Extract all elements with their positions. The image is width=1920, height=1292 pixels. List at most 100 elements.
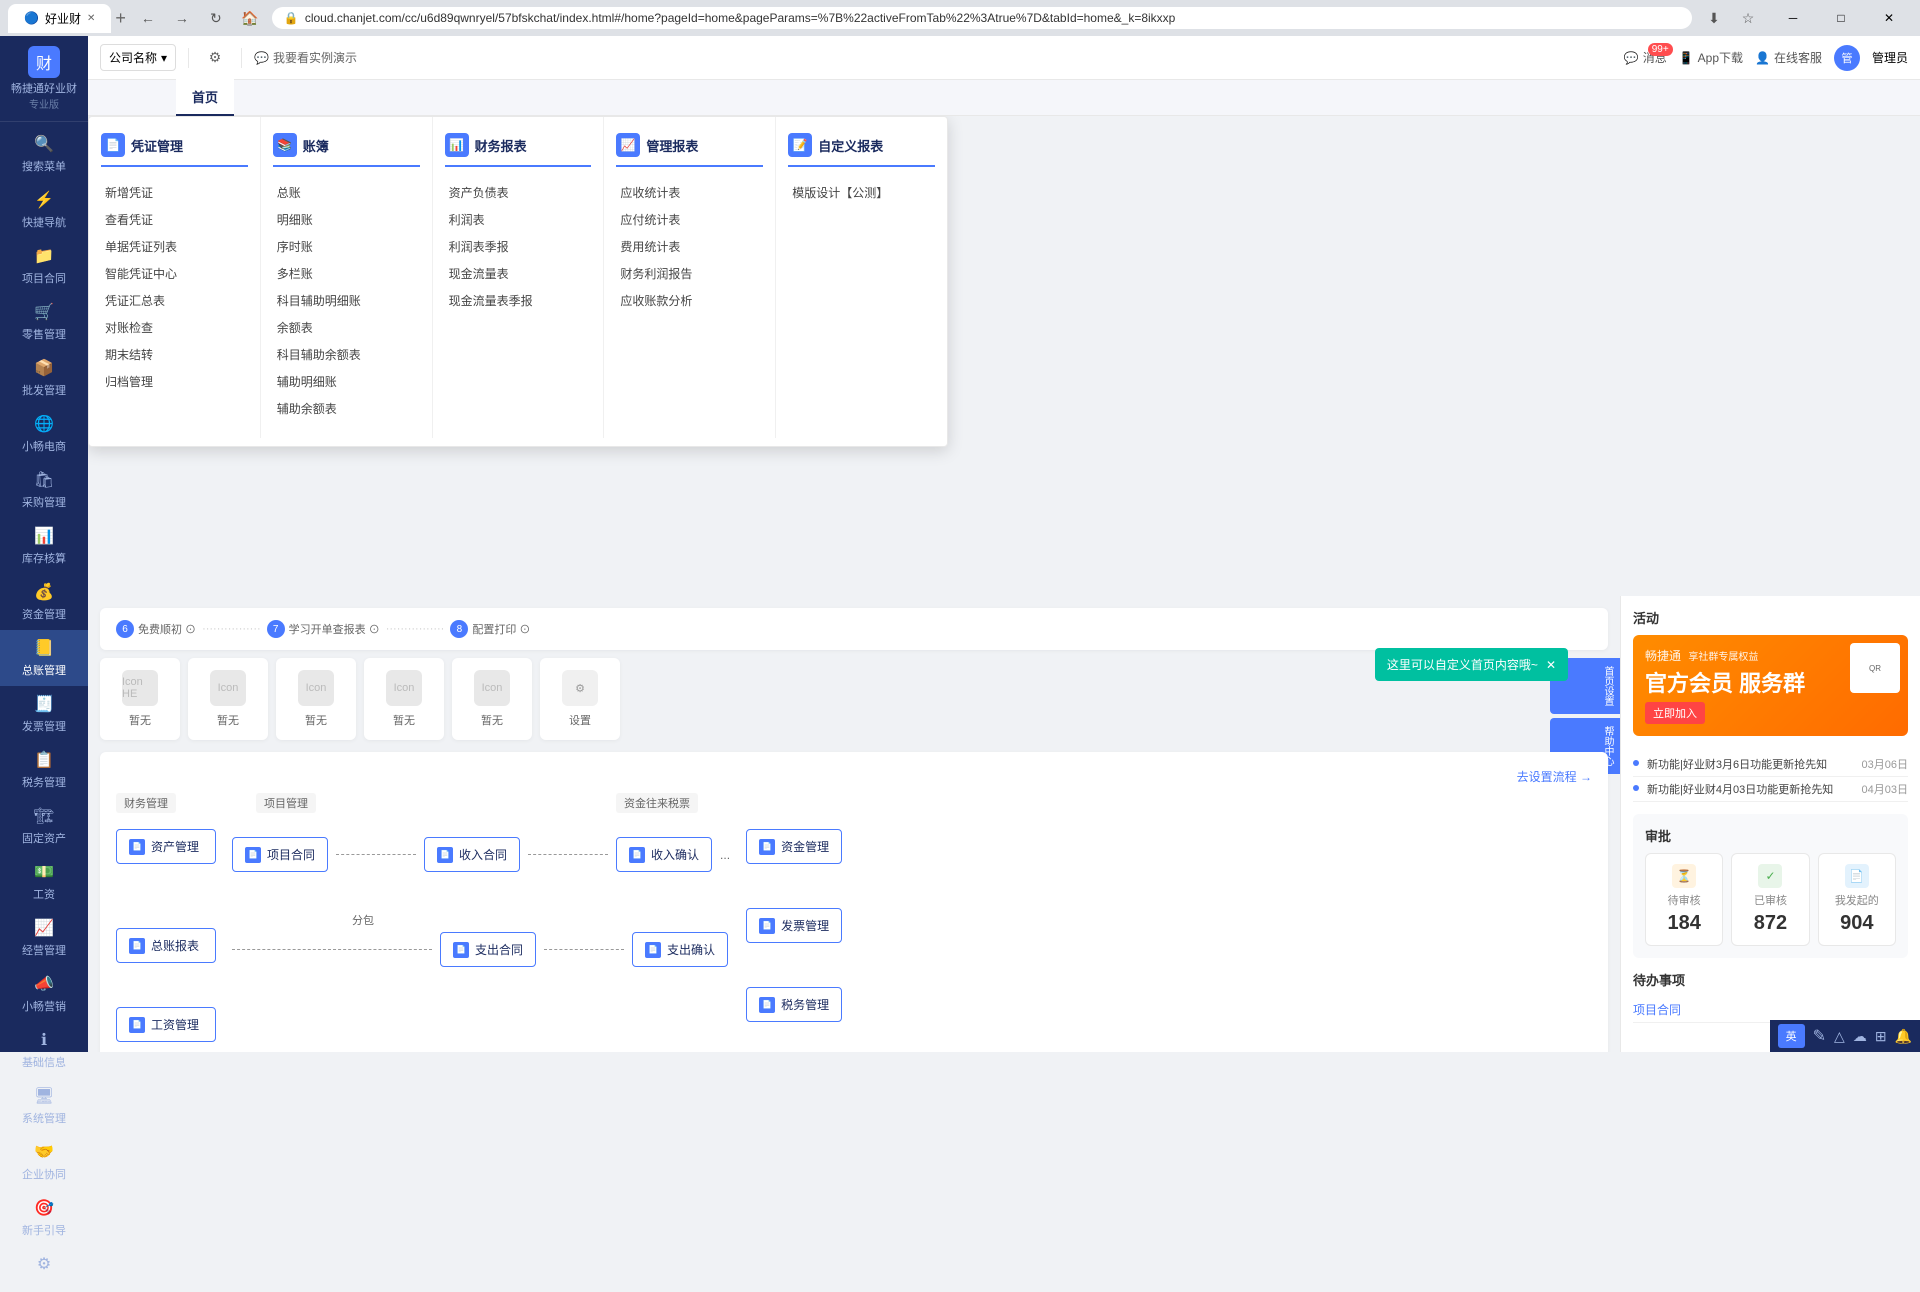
sidebar-item-assets[interactable]: 🏗 固定资产: [0, 798, 88, 854]
ledger-item-5[interactable]: 余额表: [273, 314, 420, 341]
notification-button[interactable]: 💬 消息 99+: [1624, 49, 1667, 66]
voucher-item-4[interactable]: 凭证汇总表: [101, 287, 248, 314]
sidebar-item-newuser[interactable]: 🎯 新手引导: [0, 1190, 88, 1246]
demo-button[interactable]: 💬 我要看实例演示: [254, 49, 357, 66]
voucher-item-7[interactable]: 归档管理: [101, 368, 248, 395]
customreport-item-0[interactable]: 模版设计【公测】: [788, 179, 935, 206]
finreport-item-2[interactable]: 利润表季报: [445, 233, 592, 260]
flow-box-salary-mgmt[interactable]: 📄 工资管理: [116, 1007, 216, 1042]
voucher-item-6[interactable]: 期末结转: [101, 341, 248, 368]
app-download-link[interactable]: 📱 App下载: [1679, 49, 1743, 66]
flow-box-total-report[interactable]: 📄 总账报表: [116, 928, 216, 963]
flow-box-expense-confirm[interactable]: 📄 支出确认: [632, 932, 728, 967]
minimize-button[interactable]: ─: [1770, 3, 1816, 33]
browser-tab-active[interactable]: 🔵 好业财 ✕: [8, 4, 111, 33]
flow-box-asset-mgmt[interactable]: 📄 资产管理: [116, 829, 216, 864]
sidebar-item-gear[interactable]: ⚙: [33, 1246, 55, 1284]
ledger-item-7[interactable]: 辅助明细账: [273, 368, 420, 395]
ledger-item-2[interactable]: 序时账: [273, 233, 420, 260]
sidebar-item-finance[interactable]: 💰 资金管理: [0, 574, 88, 630]
sidebar-item-wholesale[interactable]: 📦 批发管理: [0, 350, 88, 406]
mgmtreport-item-1[interactable]: 应付统计表: [616, 206, 763, 233]
sidebar-item-project[interactable]: 📁 项目合同: [0, 238, 88, 294]
sidebar-item-marketing[interactable]: 📣 小畅营销: [0, 966, 88, 1022]
icon-card-2[interactable]: Icon 暂无: [188, 658, 268, 740]
address-bar[interactable]: 🔒 cloud.chanjet.com/cc/u6d89qwnryel/57bf…: [272, 7, 1692, 29]
edit-icon[interactable]: ✎: [1813, 1026, 1826, 1046]
ledger-item-6[interactable]: 科目辅助余额表: [273, 341, 420, 368]
join-banner-btn[interactable]: 立即加入: [1645, 702, 1705, 724]
finreport-item-4[interactable]: 现金流量表季报: [445, 287, 592, 314]
voucher-item-0[interactable]: 新增凭证: [101, 179, 248, 206]
company-selector[interactable]: 公司名称 ▾: [100, 44, 176, 71]
download-icon[interactable]: ⬇: [1700, 4, 1728, 32]
forward-button[interactable]: →: [168, 4, 196, 32]
triangle-icon[interactable]: △: [1834, 1028, 1845, 1045]
refresh-button[interactable]: ↻: [202, 4, 230, 32]
flow-box-income-confirm[interactable]: 📄 收入确认: [616, 837, 712, 872]
sidebar-item-retail[interactable]: 🛒 零售管理: [0, 294, 88, 350]
icon-card-5[interactable]: Icon 暂无: [452, 658, 532, 740]
bell-icon[interactable]: 🔔: [1895, 1028, 1912, 1045]
sidebar-item-basic[interactable]: ℹ 基础信息: [0, 1022, 88, 1078]
home-button[interactable]: 🏠: [236, 4, 264, 32]
lang-switch-btn[interactable]: 英: [1778, 1024, 1805, 1048]
flow-box-income-contract[interactable]: 📄 收入合同: [424, 837, 520, 872]
sidebar-item-search[interactable]: 🔍 搜索菜单: [0, 126, 88, 182]
icon-card-3[interactable]: Icon 暂无: [276, 658, 356, 740]
voucher-item-5[interactable]: 对账检查: [101, 314, 248, 341]
flow-box-invoice-mgmt[interactable]: 📄 发票管理: [746, 908, 842, 943]
sidebar-item-quicknav[interactable]: ⚡ 快捷导航: [0, 182, 88, 238]
mgmtreport-item-4[interactable]: 应收账款分析: [616, 287, 763, 314]
news-text-1[interactable]: 新功能|好业财4月03日功能更新抢先知: [1647, 781, 1854, 797]
tab-home[interactable]: 首页: [176, 79, 234, 116]
activity-banner[interactable]: 畅捷通 享社群专属权益 官方会员 服务群 立即加入 QR: [1633, 635, 1908, 736]
icon-card-settings[interactable]: ⚙ 设置: [540, 658, 620, 740]
sidebar-item-ecommerce[interactable]: 🌐 小畅电商: [0, 406, 88, 462]
sidebar-item-inventory[interactable]: 📊 库存核算: [0, 518, 88, 574]
customize-close-btn[interactable]: ✕: [1546, 658, 1556, 672]
back-button[interactable]: ←: [134, 4, 162, 32]
approval-card-approved[interactable]: ✓ 已审核 872: [1731, 853, 1809, 946]
setup-flow-link[interactable]: 去设置流程 →: [1517, 768, 1592, 785]
mgmtreport-item-2[interactable]: 费用统计表: [616, 233, 763, 260]
new-tab-button[interactable]: +: [115, 8, 126, 29]
approval-card-sent[interactable]: 📄 我发起的 904: [1818, 853, 1896, 946]
icon-card-1[interactable]: Icon HE 暂无: [100, 658, 180, 740]
settings-btn[interactable]: ⚙: [201, 44, 229, 72]
ledger-item-8[interactable]: 辅助余额表: [273, 395, 420, 422]
sidebar-item-accounting[interactable]: 📒 总账管理: [0, 630, 88, 686]
sidebar-item-tax[interactable]: 📋 税务管理: [0, 742, 88, 798]
flow-box-expense-contract[interactable]: 📄 支出合同: [440, 932, 536, 967]
close-button[interactable]: ✕: [1866, 3, 1912, 33]
cloud-icon[interactable]: ☁: [1853, 1028, 1867, 1045]
avatar[interactable]: 管: [1834, 45, 1860, 71]
sidebar-item-purchase[interactable]: 🛍 采购管理: [0, 462, 88, 518]
voucher-item-3[interactable]: 智能凭证中心: [101, 260, 248, 287]
finreport-item-0[interactable]: 资产负债表: [445, 179, 592, 206]
icon-card-4[interactable]: Icon 暂无: [364, 658, 444, 740]
grid-icon[interactable]: ⊞: [1875, 1028, 1887, 1045]
flow-box-project-contract[interactable]: 📄 项目合同: [232, 837, 328, 872]
finreport-item-1[interactable]: 利润表: [445, 206, 592, 233]
voucher-item-2[interactable]: 单据凭证列表: [101, 233, 248, 260]
ledger-item-0[interactable]: 总账: [273, 179, 420, 206]
mgmtreport-item-0[interactable]: 应收统计表: [616, 179, 763, 206]
todo-item-label[interactable]: 项目合同: [1633, 1001, 1681, 1018]
accounting-dropdown-menu[interactable]: 📄 凭证管理 新增凭证 查看凭证 单据凭证列表 智能凭证中心 凭证汇总表 对账检…: [88, 116, 948, 447]
news-text-0[interactable]: 新功能|好业财3月6日功能更新抢先知: [1647, 756, 1854, 772]
tab-close-btn[interactable]: ✕: [87, 13, 95, 24]
sidebar-item-salary[interactable]: 💵 工资: [0, 854, 88, 910]
ledger-item-4[interactable]: 科目辅助明细账: [273, 287, 420, 314]
online-service-link[interactable]: 👤 在线客服: [1755, 49, 1822, 66]
mgmtreport-item-3[interactable]: 财务利润报告: [616, 260, 763, 287]
bookmark-icon[interactable]: ☆: [1734, 4, 1762, 32]
flow-box-tax-mgmt[interactable]: 📄 税务管理: [746, 987, 842, 1022]
ledger-item-1[interactable]: 明细账: [273, 206, 420, 233]
sidebar-item-cooperation[interactable]: 🤝 企业协同: [0, 1134, 88, 1190]
sidebar-item-system[interactable]: 🖥 系统管理: [0, 1078, 88, 1134]
flow-box-capital-mgmt[interactable]: 📄 资金管理: [746, 829, 842, 864]
finreport-item-3[interactable]: 现金流量表: [445, 260, 592, 287]
approval-card-pending[interactable]: ⏳ 待审核 184: [1645, 853, 1723, 946]
voucher-item-1[interactable]: 查看凭证: [101, 206, 248, 233]
